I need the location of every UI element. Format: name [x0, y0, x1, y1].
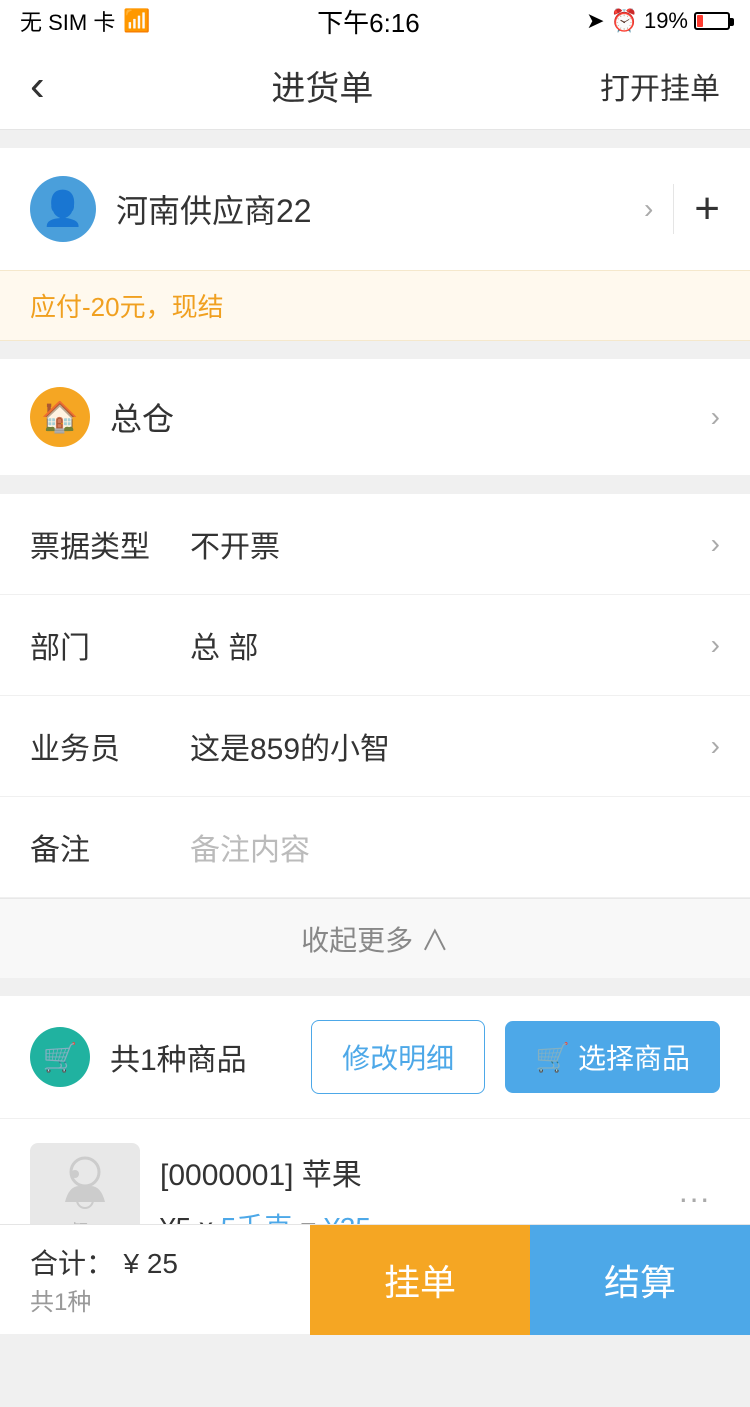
- warehouse-card: 🏠 总仓 ›: [0, 359, 750, 476]
- total-label: 合计：: [30, 1248, 114, 1279]
- supplier-chevron-icon: ›: [644, 193, 653, 225]
- section-sep-2: [0, 341, 750, 359]
- add-supplier-button[interactable]: +: [694, 184, 720, 234]
- checkout-button[interactable]: 结算: [530, 1225, 750, 1335]
- salesperson-label: 业务员: [30, 724, 190, 768]
- status-right: ➤ ⏰ 19%: [586, 8, 730, 34]
- supplier-name: 河南供应商22: [116, 186, 634, 232]
- cart-icon: 🛒: [43, 1041, 78, 1074]
- hang-order-button[interactable]: 挂单: [310, 1225, 530, 1335]
- select-product-button[interactable]: 🛒 选择商品: [505, 1021, 720, 1093]
- status-left: 无 SIM 卡 📶: [20, 5, 151, 37]
- supplier-avatar: 👤: [30, 176, 96, 242]
- department-value: 总 部: [190, 623, 701, 667]
- back-button[interactable]: ‹: [30, 61, 45, 111]
- location-icon: ➤: [586, 8, 604, 34]
- note-label: 备注: [30, 825, 190, 869]
- invoice-chevron-icon: ›: [711, 528, 720, 560]
- salesperson-chevron-icon: ›: [711, 730, 720, 762]
- content-area: 👤 河南供应商22 › + 应付-20元，现结 🏠 总仓 › 票据类型 不开票: [0, 130, 750, 1407]
- wifi-icon: 📶: [123, 8, 150, 34]
- open-pending-button[interactable]: 打开挂单: [600, 64, 720, 108]
- section-sep-4: [0, 978, 750, 996]
- note-value: 备注内容: [190, 825, 720, 869]
- invoice-type-value: 不开票: [190, 522, 701, 566]
- info-text: 应付-20元，现结: [30, 292, 224, 322]
- info-banner: 应付-20元，现结: [0, 270, 750, 341]
- product-placeholder-icon: [55, 1152, 115, 1212]
- section-sep-1: [0, 130, 750, 148]
- total-amount: 合计： ¥ 25: [30, 1242, 310, 1282]
- battery-text: 19%: [644, 8, 688, 34]
- page-title: 进货单: [271, 61, 373, 110]
- form-card: 票据类型 不开票 › 部门 总 部 › 业务员 这是859的小智 › 备注 备注…: [0, 494, 750, 898]
- product-count-icon: 🛒: [30, 1027, 90, 1087]
- warehouse-row[interactable]: 🏠 总仓 ›: [0, 359, 750, 476]
- alarm-icon: ⏰: [611, 8, 638, 34]
- department-chevron-icon: ›: [711, 629, 720, 661]
- product-count-text: 共1种商品: [110, 1035, 291, 1079]
- warehouse-chevron-icon: ›: [711, 401, 720, 433]
- invoice-type-label: 票据类型: [30, 522, 190, 566]
- salesperson-value: 这是859的小智: [190, 724, 701, 768]
- edit-detail-button[interactable]: 修改明细: [311, 1020, 485, 1094]
- form-row-note[interactable]: 备注 备注内容: [0, 797, 750, 898]
- collapse-bar[interactable]: 收起更多 ∧: [0, 898, 750, 978]
- form-row-invoice[interactable]: 票据类型 不开票 ›: [0, 494, 750, 595]
- supplier-row[interactable]: 👤 河南供应商22 › +: [0, 148, 750, 270]
- collapse-label: 收起更多 ∧: [301, 919, 449, 959]
- section-sep-3: [0, 476, 750, 494]
- products-header: 🛒 共1种商品 修改明细 🛒 选择商品: [0, 996, 750, 1118]
- warehouse-emoji: 🏠: [41, 400, 78, 435]
- avatar-icon: 👤: [42, 189, 84, 229]
- total-value: 25: [147, 1248, 178, 1279]
- battery-icon: [694, 12, 730, 30]
- status-bar: 无 SIM 卡 📶 下午6:16 ➤ ⏰ 19%: [0, 0, 750, 42]
- warehouse-name: 总仓: [110, 394, 701, 440]
- status-time: 下午6:16: [317, 3, 420, 40]
- select-product-label: 选择商品: [578, 1037, 690, 1077]
- form-row-salesperson[interactable]: 业务员 这是859的小智 ›: [0, 696, 750, 797]
- product-name: [0000001] 苹果: [160, 1150, 648, 1194]
- warehouse-icon: 🏠: [30, 387, 90, 447]
- bottom-bar: 合计： ¥ 25 共1种 挂单 结算: [0, 1224, 750, 1334]
- supplier-card: 👤 河南供应商22 › + 应付-20元，现结: [0, 148, 750, 341]
- carrier-text: 无 SIM 卡: [20, 5, 115, 37]
- total-symbol: ¥: [123, 1248, 146, 1279]
- total-section: 合计： ¥ 25 共1种: [0, 1225, 310, 1334]
- nav-bar: ‹ 进货单 打开挂单: [0, 42, 750, 130]
- product-more-button[interactable]: ···: [668, 1170, 720, 1227]
- select-cart-icon: 🛒: [535, 1041, 570, 1074]
- form-row-department[interactable]: 部门 总 部 ›: [0, 595, 750, 696]
- total-count: 共1种: [30, 1282, 310, 1317]
- department-label: 部门: [30, 623, 190, 667]
- vertical-divider: [673, 184, 674, 234]
